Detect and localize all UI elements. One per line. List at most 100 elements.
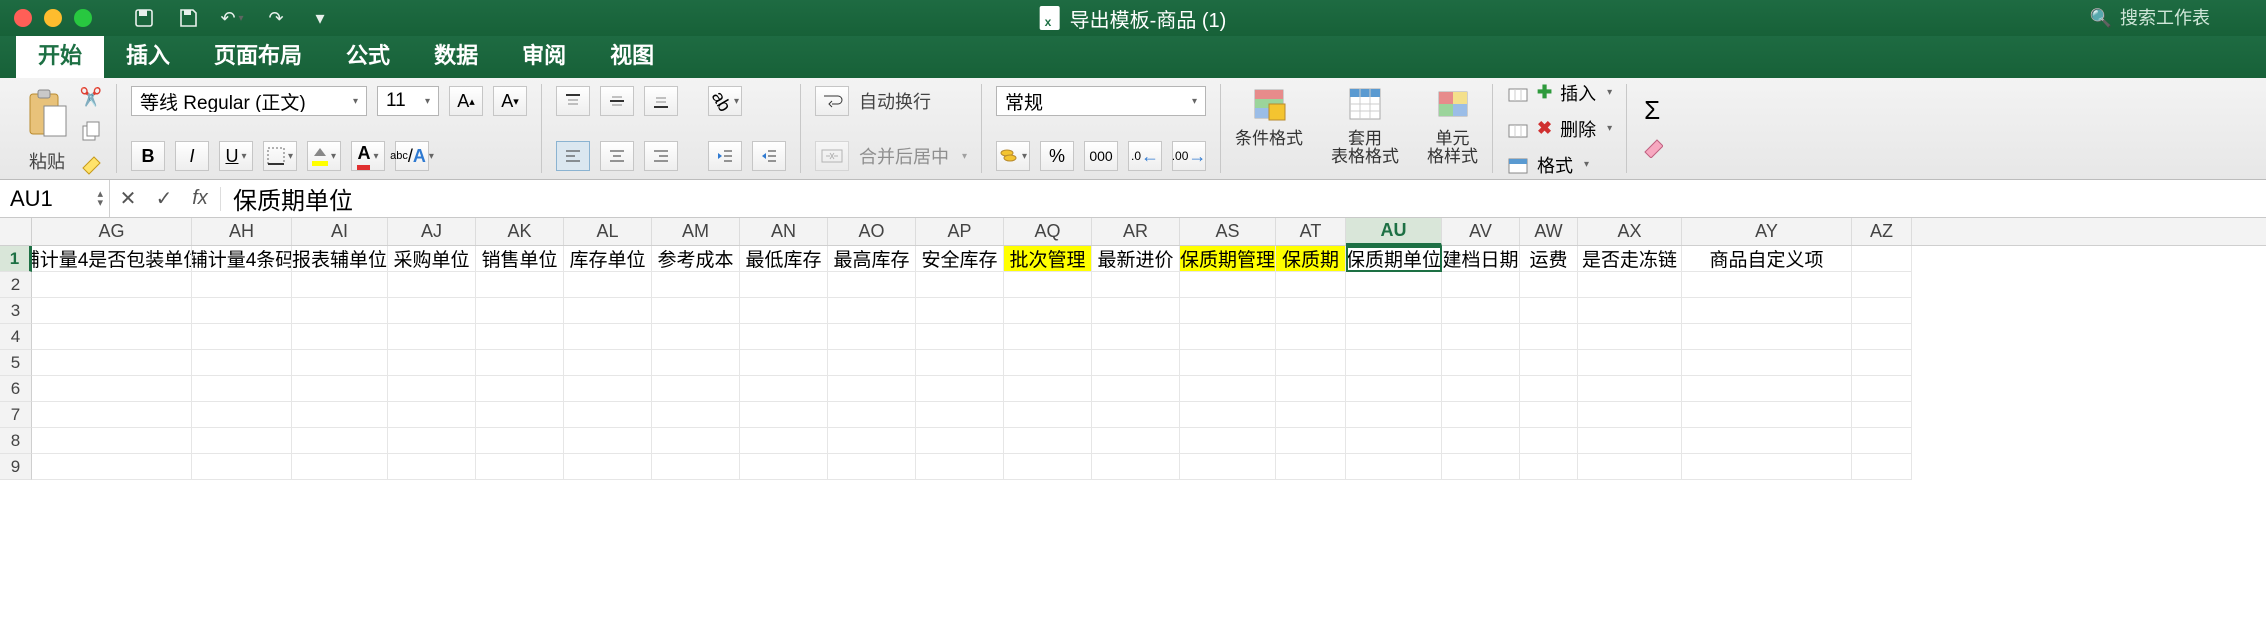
cell-AU9[interactable] — [1346, 454, 1442, 480]
cell-AO9[interactable] — [828, 454, 916, 480]
decrease-decimal-icon[interactable]: .00→ — [1172, 141, 1206, 171]
row-header-8[interactable]: 8 — [0, 428, 32, 454]
cell-AY6[interactable] — [1682, 376, 1852, 402]
fill-color-button[interactable]: ▾ — [307, 141, 341, 171]
cell-AS6[interactable] — [1180, 376, 1276, 402]
cell-AK6[interactable] — [476, 376, 564, 402]
col-header-AH[interactable]: AH — [192, 218, 292, 245]
cell-AN2[interactable] — [740, 272, 828, 298]
cell-AR1[interactable]: 最新进价 — [1092, 246, 1180, 272]
cell-AT2[interactable] — [1276, 272, 1346, 298]
cell-AU5[interactable] — [1346, 350, 1442, 376]
autosum-icon[interactable]: Σ — [1641, 100, 1663, 122]
cell-AU6[interactable] — [1346, 376, 1442, 402]
cell-AG3[interactable] — [32, 298, 192, 324]
save-icon[interactable] — [176, 6, 200, 30]
col-header-AN[interactable]: AN — [740, 218, 828, 245]
cell-AY4[interactable] — [1682, 324, 1852, 350]
cell-AG2[interactable] — [32, 272, 192, 298]
cell-AY8[interactable] — [1682, 428, 1852, 454]
cell-AK8[interactable] — [476, 428, 564, 454]
cell-styles-button[interactable]: 单元 格样式 — [1427, 86, 1478, 166]
col-header-AW[interactable]: AW — [1520, 218, 1578, 245]
merge-center-icon[interactable] — [815, 141, 849, 171]
cell-AN8[interactable] — [740, 428, 828, 454]
cell-AL1[interactable]: 库存单位 — [564, 246, 652, 272]
cell-AY9[interactable] — [1682, 454, 1852, 480]
cell-AO3[interactable] — [828, 298, 916, 324]
cell-AT3[interactable] — [1276, 298, 1346, 324]
cell-AO6[interactable] — [828, 376, 916, 402]
cell-AM8[interactable] — [652, 428, 740, 454]
currency-button[interactable]: ▾ — [996, 141, 1030, 171]
font-name-input[interactable] — [140, 90, 344, 112]
cell-AX5[interactable] — [1578, 350, 1682, 376]
cell-AV9[interactable] — [1442, 454, 1520, 480]
cell-AP5[interactable] — [916, 350, 1004, 376]
cell-AW8[interactable] — [1520, 428, 1578, 454]
cell-AR8[interactable] — [1092, 428, 1180, 454]
row-header-5[interactable]: 5 — [0, 350, 32, 376]
cell-AZ7[interactable] — [1852, 402, 1912, 428]
cell-AL4[interactable] — [564, 324, 652, 350]
phonetic-button[interactable]: abc/A▾ — [395, 141, 429, 171]
cell-AJ6[interactable] — [388, 376, 476, 402]
qat-more-icon[interactable]: ▾ — [308, 6, 332, 30]
cell-AK3[interactable] — [476, 298, 564, 324]
select-all-corner[interactable] — [0, 218, 32, 246]
orientation-button[interactable]: ab▾ — [708, 86, 742, 116]
cell-AZ8[interactable] — [1852, 428, 1912, 454]
cell-AG6[interactable] — [32, 376, 192, 402]
cell-AG7[interactable] — [32, 402, 192, 428]
undo-icon[interactable]: ↶▾ — [220, 6, 244, 30]
tab-审阅[interactable]: 审阅 — [500, 30, 588, 78]
cell-AO7[interactable] — [828, 402, 916, 428]
cell-AT7[interactable] — [1276, 402, 1346, 428]
cell-AY5[interactable] — [1682, 350, 1852, 376]
cell-AI5[interactable] — [292, 350, 388, 376]
cell-AH6[interactable] — [192, 376, 292, 402]
cell-AV2[interactable] — [1442, 272, 1520, 298]
cell-AH5[interactable] — [192, 350, 292, 376]
formula-input[interactable] — [223, 185, 2266, 213]
cell-AH8[interactable] — [192, 428, 292, 454]
decrease-indent-icon[interactable] — [708, 141, 742, 171]
fullscreen-window-icon[interactable] — [74, 9, 92, 27]
cell-AQ1[interactable]: 批次管理 — [1004, 246, 1092, 272]
cell-AV1[interactable]: 建档日期 — [1442, 246, 1520, 272]
cell-AN1[interactable]: 最低库存 — [740, 246, 828, 272]
cell-AO8[interactable] — [828, 428, 916, 454]
cell-AH9[interactable] — [192, 454, 292, 480]
cell-AQ3[interactable] — [1004, 298, 1092, 324]
spreadsheet-grid[interactable]: AGAHAIAJAKALAMANAOAPAQARASATAUAVAWAXAYAZ… — [0, 218, 2266, 480]
cell-AX7[interactable] — [1578, 402, 1682, 428]
align-bottom-icon[interactable] — [644, 86, 678, 116]
cell-AJ2[interactable] — [388, 272, 476, 298]
cell-AH3[interactable] — [192, 298, 292, 324]
tab-页面布局[interactable]: 页面布局 — [192, 30, 324, 78]
cell-AS7[interactable] — [1180, 402, 1276, 428]
clear-icon[interactable] — [1641, 136, 1663, 158]
cell-AU2[interactable] — [1346, 272, 1442, 298]
cell-AW2[interactable] — [1520, 272, 1578, 298]
tab-数据[interactable]: 数据 — [412, 30, 500, 78]
col-header-AI[interactable]: AI — [292, 218, 388, 245]
tab-开始[interactable]: 开始 — [16, 30, 104, 78]
row-header-7[interactable]: 7 — [0, 402, 32, 428]
cell-AM9[interactable] — [652, 454, 740, 480]
cell-AO2[interactable] — [828, 272, 916, 298]
cell-AN5[interactable] — [740, 350, 828, 376]
bold-button[interactable]: B — [131, 141, 165, 171]
italic-button[interactable]: I — [175, 141, 209, 171]
cell-AW1[interactable]: 运费 — [1520, 246, 1578, 272]
col-header-AT[interactable]: AT — [1276, 218, 1346, 245]
cell-AJ8[interactable] — [388, 428, 476, 454]
cell-AV3[interactable] — [1442, 298, 1520, 324]
cell-AL6[interactable] — [564, 376, 652, 402]
cell-AY1[interactable]: 商品自定义项 — [1682, 246, 1852, 272]
cell-AP9[interactable] — [916, 454, 1004, 480]
enter-formula-icon[interactable]: ✓ — [146, 186, 182, 211]
cell-AI2[interactable] — [292, 272, 388, 298]
autosave-icon[interactable] — [132, 6, 156, 30]
cell-AL2[interactable] — [564, 272, 652, 298]
